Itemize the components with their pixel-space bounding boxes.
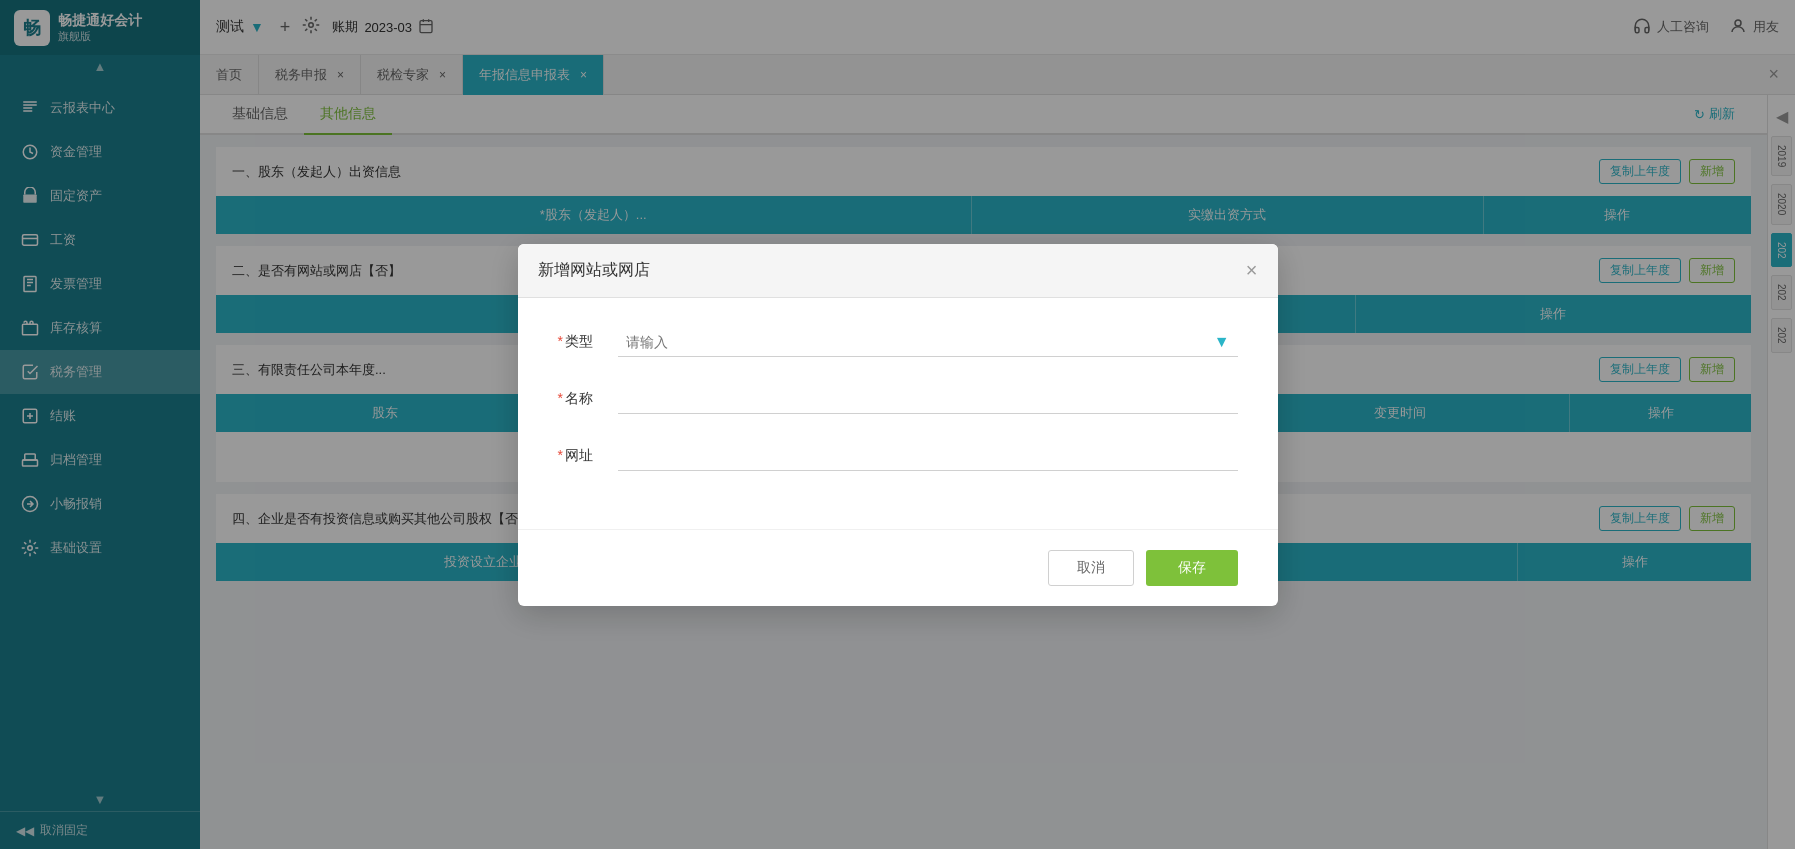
field-label-url: 网址 <box>565 447 593 463</box>
required-asterisk: * <box>558 333 563 349</box>
form-row-name: *名称 <box>558 385 1238 414</box>
modal-body: *类型 ▼ *名称 *网址 <box>518 298 1278 529</box>
name-input[interactable] <box>618 385 1238 414</box>
modal-footer: 取消 保存 <box>518 529 1278 606</box>
type-dropdown-icon[interactable]: ▼ <box>1214 333 1238 351</box>
form-row-type: *类型 ▼ <box>558 328 1238 357</box>
type-select-wrapper: ▼ <box>618 328 1238 357</box>
required-asterisk: * <box>558 390 563 406</box>
url-input[interactable] <box>618 442 1238 471</box>
modal-title: 新增网站或网店 <box>538 260 650 281</box>
form-label-name: *名称 <box>558 390 618 408</box>
modal-overlay: 新增网站或网店 × *类型 ▼ *名称 <box>0 0 1795 849</box>
modal-header: 新增网站或网店 × <box>518 244 1278 298</box>
modal-close-button[interactable]: × <box>1246 260 1258 280</box>
field-label-name: 名称 <box>565 390 593 406</box>
field-label-type: 类型 <box>565 333 593 349</box>
save-button[interactable]: 保存 <box>1146 550 1238 586</box>
modal-add-website: 新增网站或网店 × *类型 ▼ *名称 <box>518 244 1278 606</box>
type-select-input[interactable] <box>618 328 1214 356</box>
form-label-type: *类型 <box>558 333 618 351</box>
cancel-button[interactable]: 取消 <box>1048 550 1134 586</box>
form-row-url: *网址 <box>558 442 1238 471</box>
required-asterisk: * <box>558 447 563 463</box>
form-label-url: *网址 <box>558 447 618 465</box>
